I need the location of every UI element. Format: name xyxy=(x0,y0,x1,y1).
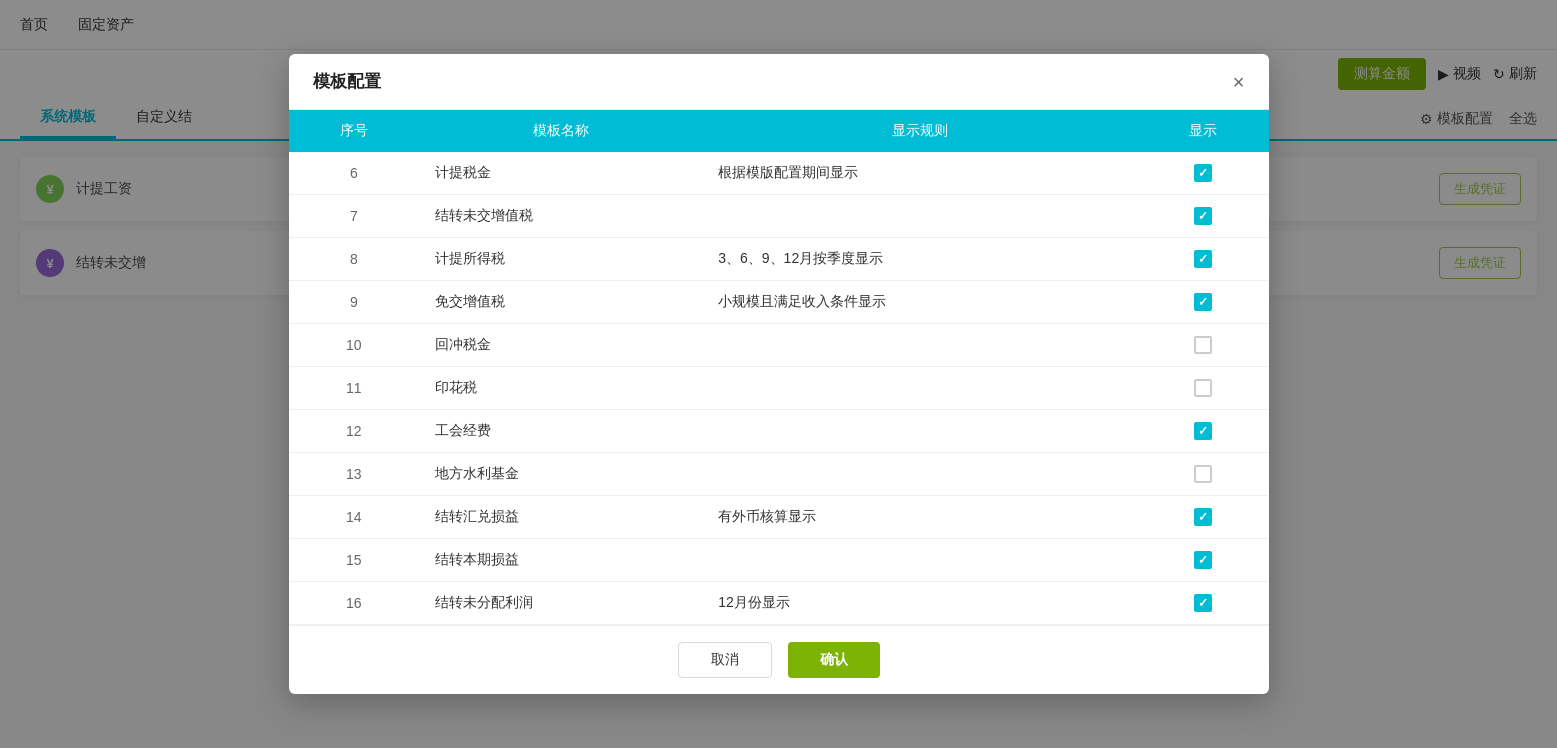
cell-rule xyxy=(702,453,1138,496)
cell-display xyxy=(1138,367,1269,410)
cell-rule: 有外币核算显示 xyxy=(702,496,1138,539)
display-checkbox[interactable] xyxy=(1194,422,1212,440)
cell-display xyxy=(1138,582,1269,625)
dialog-body: 序号 模板名称 显示规则 显示 6计提税金根据模版配置期间显示7结转未交增值税8… xyxy=(289,110,1269,625)
cell-display xyxy=(1138,496,1269,539)
cell-name: 计提税金 xyxy=(419,152,702,195)
cell-name: 计提所得税 xyxy=(419,238,702,281)
cell-display xyxy=(1138,539,1269,582)
cell-seq: 15 xyxy=(289,539,420,582)
cell-seq: 9 xyxy=(289,281,420,324)
cell-rule xyxy=(702,410,1138,453)
table-row: 11印花税 xyxy=(289,367,1269,410)
cell-name: 结转本期损益 xyxy=(419,539,702,582)
cell-name: 工会经费 xyxy=(419,410,702,453)
cell-rule xyxy=(702,324,1138,367)
display-checkbox[interactable] xyxy=(1194,250,1212,268)
config-table: 序号 模板名称 显示规则 显示 6计提税金根据模版配置期间显示7结转未交增值税8… xyxy=(289,110,1269,625)
display-checkbox[interactable] xyxy=(1194,508,1212,526)
cell-name: 结转未交增值税 xyxy=(419,195,702,238)
table-row: 13地方水利基金 xyxy=(289,453,1269,496)
cell-rule: 小规模且满足收入条件显示 xyxy=(702,281,1138,324)
cell-rule xyxy=(702,195,1138,238)
cell-display xyxy=(1138,324,1269,367)
cell-name: 结转未分配利润 xyxy=(419,582,702,625)
table-header-row: 序号 模板名称 显示规则 显示 xyxy=(289,110,1269,152)
cell-rule xyxy=(702,367,1138,410)
cell-display xyxy=(1138,453,1269,496)
confirm-button[interactable]: 确认 xyxy=(788,642,880,678)
display-checkbox[interactable] xyxy=(1194,164,1212,182)
dialog-title: 模板配置 xyxy=(313,70,381,93)
table-row: 16结转未分配利润12月份显示 xyxy=(289,582,1269,625)
cell-name: 免交增值税 xyxy=(419,281,702,324)
cell-display xyxy=(1138,195,1269,238)
cell-seq: 13 xyxy=(289,453,420,496)
display-checkbox[interactable] xyxy=(1194,551,1212,569)
table-row: 15结转本期损益 xyxy=(289,539,1269,582)
template-config-dialog: 模板配置 × 序号 模板名称 显示规则 显示 6计提税金根据模版配置期间显示7结… xyxy=(289,54,1269,694)
table-row: 6计提税金根据模版配置期间显示 xyxy=(289,152,1269,195)
cell-display xyxy=(1138,410,1269,453)
cell-seq: 7 xyxy=(289,195,420,238)
cell-name: 印花税 xyxy=(419,367,702,410)
dialog-header: 模板配置 × xyxy=(289,54,1269,110)
cell-display xyxy=(1138,238,1269,281)
display-checkbox[interactable] xyxy=(1194,293,1212,311)
table-row: 7结转未交增值税 xyxy=(289,195,1269,238)
col-rule: 显示规则 xyxy=(702,110,1138,152)
cell-seq: 10 xyxy=(289,324,420,367)
cell-rule: 12月份显示 xyxy=(702,582,1138,625)
dialog-footer: 取消 确认 xyxy=(289,625,1269,694)
col-seq: 序号 xyxy=(289,110,420,152)
display-checkbox[interactable] xyxy=(1194,594,1212,612)
table-row: 12工会经费 xyxy=(289,410,1269,453)
cell-seq: 12 xyxy=(289,410,420,453)
table-row: 9免交增值税小规模且满足收入条件显示 xyxy=(289,281,1269,324)
cell-name: 地方水利基金 xyxy=(419,453,702,496)
cell-display xyxy=(1138,152,1269,195)
col-name: 模板名称 xyxy=(419,110,702,152)
cell-seq: 11 xyxy=(289,367,420,410)
cell-seq: 16 xyxy=(289,582,420,625)
cell-rule: 3、6、9、12月按季度显示 xyxy=(702,238,1138,281)
cell-seq: 14 xyxy=(289,496,420,539)
cell-name: 结转汇兑损益 xyxy=(419,496,702,539)
table-row: 14结转汇兑损益有外币核算显示 xyxy=(289,496,1269,539)
display-checkbox[interactable] xyxy=(1194,465,1212,483)
cell-seq: 8 xyxy=(289,238,420,281)
table-row: 10回冲税金 xyxy=(289,324,1269,367)
col-display: 显示 xyxy=(1138,110,1269,152)
display-checkbox[interactable] xyxy=(1194,379,1212,397)
dialog-close-button[interactable]: × xyxy=(1233,72,1245,92)
cell-display xyxy=(1138,281,1269,324)
table-row: 8计提所得税3、6、9、12月按季度显示 xyxy=(289,238,1269,281)
modal-overlay: 模板配置 × 序号 模板名称 显示规则 显示 6计提税金根据模版配置期间显示7结… xyxy=(0,0,1557,748)
cell-name: 回冲税金 xyxy=(419,324,702,367)
display-checkbox[interactable] xyxy=(1194,207,1212,225)
display-checkbox[interactable] xyxy=(1194,336,1212,354)
cell-seq: 6 xyxy=(289,152,420,195)
cell-rule: 根据模版配置期间显示 xyxy=(702,152,1138,195)
cancel-button[interactable]: 取消 xyxy=(678,642,772,678)
cell-rule xyxy=(702,539,1138,582)
